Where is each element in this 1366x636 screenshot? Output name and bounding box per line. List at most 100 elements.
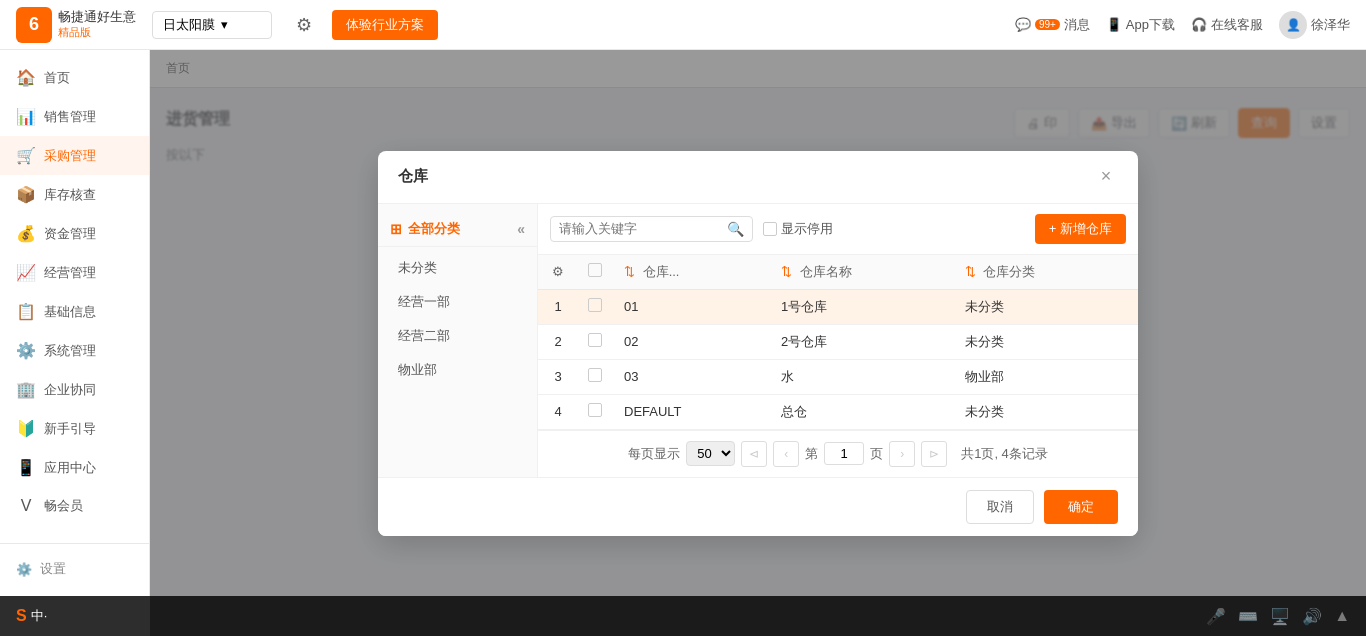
row-name-3: 水 (771, 359, 954, 394)
row-checkbox-4[interactable] (588, 403, 602, 417)
table-row[interactable]: 4 DEFAULT 总仓 未分类 (538, 394, 1138, 429)
row-category-3: 物业部 (955, 359, 1139, 394)
app-logo: 6 畅捷通好生意 精品版 (16, 7, 136, 43)
add-warehouse-button[interactable]: + 新增仓库 (1035, 214, 1126, 244)
page-label: 第 (805, 445, 818, 463)
sidebar-label-sales: 销售管理 (44, 108, 96, 126)
search-input-wrap[interactable]: 🔍 (550, 216, 753, 242)
row-category-1: 未分类 (955, 289, 1139, 324)
settings-bottom-icon: ⚙️ (16, 562, 32, 577)
show-disabled-toggle[interactable]: 显示停用 (763, 220, 833, 238)
topbar-right: 💬 99+ 消息 📱 App下载 🎧 在线客服 👤 徐泽华 (1015, 11, 1350, 39)
app-download-label: App下载 (1126, 16, 1175, 34)
total-info: 共1页, 4条记录 (961, 445, 1048, 463)
layout: 🏠 首页 📊 销售管理 🛒 采购管理 📦 库存核查 💰 资金管理 📈 经营管理 … (0, 50, 1366, 636)
table-body: 1 01 1号仓库 未分类 2 02 (538, 289, 1138, 429)
settings-icon[interactable]: ⚙ (296, 14, 312, 36)
category-item-ops1[interactable]: 经营一部 (378, 285, 537, 319)
row-check-3[interactable] (578, 359, 614, 394)
search-icon: 🔍 (727, 221, 744, 237)
row-num-2: 2 (538, 324, 578, 359)
enterprise-icon: 🏢 (16, 380, 36, 399)
sort-icon-code: ⇅ (624, 264, 635, 279)
sidebar-item-operations[interactable]: 📈 经营管理 (0, 253, 149, 292)
row-checkbox-1[interactable] (588, 298, 602, 312)
show-disabled-checkbox[interactable] (763, 222, 777, 236)
sidebar-item-basic-info[interactable]: 📋 基础信息 (0, 292, 149, 331)
sort-icon-category: ⇅ (965, 264, 976, 279)
modal-header: 仓库 × (378, 151, 1138, 204)
sidebar-item-apps[interactable]: 📱 应用中心 (0, 448, 149, 487)
sidebar-item-sales[interactable]: 📊 销售管理 (0, 97, 149, 136)
page-input[interactable] (824, 442, 864, 465)
warehouse-table: ⚙ ⇅ 仓库... (538, 255, 1138, 430)
table-row[interactable]: 2 02 2号仓库 未分类 (538, 324, 1138, 359)
notification-badge: 99+ (1035, 19, 1060, 30)
modal-footer: 取消 确定 (378, 477, 1138, 536)
show-disabled-label: 显示停用 (781, 220, 833, 238)
category-item-ops2[interactable]: 经营二部 (378, 319, 537, 353)
category-item-property[interactable]: 物业部 (378, 353, 537, 387)
sidebar-item-member[interactable]: V 畅会员 (0, 487, 149, 525)
taskbar-logo: S 中· (16, 607, 47, 625)
store-selector[interactable]: 日太阳膜 ▾ (152, 11, 272, 39)
sidebar-item-purchase[interactable]: 🛒 采购管理 (0, 136, 149, 175)
customer-service-item[interactable]: 🎧 在线客服 (1191, 16, 1263, 34)
sidebar-settings[interactable]: ⚙️ 设置 (0, 552, 149, 586)
sidebar-label-operations: 经营管理 (44, 264, 96, 282)
row-num-1: 1 (538, 289, 578, 324)
trial-button[interactable]: 体验行业方案 (332, 10, 438, 40)
row-check-4[interactable] (578, 394, 614, 429)
row-category-2: 未分类 (955, 324, 1139, 359)
sidebar-label-basic-info: 基础信息 (44, 303, 96, 321)
row-checkbox-2[interactable] (588, 333, 602, 347)
sidebar-label-enterprise: 企业协同 (44, 381, 96, 399)
modal-close-button[interactable]: × (1094, 165, 1118, 189)
category-label-ops1: 经营一部 (398, 294, 450, 309)
sidebar: 🏠 首页 📊 销售管理 🛒 采购管理 📦 库存核查 💰 资金管理 📈 经营管理 … (0, 50, 150, 636)
table-row[interactable]: 3 03 水 物业部 (538, 359, 1138, 394)
user-item[interactable]: 👤 徐泽华 (1279, 11, 1350, 39)
grid-icon: ⊞ (390, 221, 402, 237)
select-all-checkbox[interactable] (588, 263, 602, 277)
page-next-btn[interactable]: › (889, 441, 915, 467)
notifications-item[interactable]: 💬 99+ 消息 (1015, 16, 1090, 34)
row-check-1[interactable] (578, 289, 614, 324)
sidebar-label-inventory: 库存核查 (44, 186, 96, 204)
page-last-btn[interactable]: ⊳ (921, 441, 947, 467)
pagination: 每页显示 50 ⊲ ‹ 第 页 › ⊳ 共1页, 4条记录 (538, 430, 1138, 477)
th-checkbox (578, 255, 614, 290)
confirm-button[interactable]: 确定 (1044, 490, 1118, 524)
th-name: ⇅ 仓库名称 (771, 255, 954, 290)
app-download-item[interactable]: 📱 App下载 (1106, 16, 1175, 34)
member-icon: V (16, 497, 36, 515)
sidebar-item-finance[interactable]: 💰 资金管理 (0, 214, 149, 253)
row-check-2[interactable] (578, 324, 614, 359)
sidebar-item-system[interactable]: ⚙️ 系统管理 (0, 331, 149, 370)
sidebar-label-apps: 应用中心 (44, 459, 96, 477)
th-category: ⇅ 仓库分类 (955, 255, 1139, 290)
row-code-3: 03 (614, 359, 771, 394)
row-code-2: 02 (614, 324, 771, 359)
sidebar-item-home[interactable]: 🏠 首页 (0, 58, 149, 97)
sidebar-item-inventory[interactable]: 📦 库存核查 (0, 175, 149, 214)
th-category-label: 仓库分类 (983, 264, 1035, 279)
apps-icon: 📱 (16, 458, 36, 477)
sidebar-item-guide[interactable]: 🔰 新手引导 (0, 409, 149, 448)
category-item-uncategorized[interactable]: 未分类 (378, 251, 537, 285)
cancel-button[interactable]: 取消 (966, 490, 1034, 524)
th-name-label: 仓库名称 (800, 264, 852, 279)
sales-icon: 📊 (16, 107, 36, 126)
finance-icon: 💰 (16, 224, 36, 243)
all-categories-header[interactable]: ⊞ 全部分类 « (378, 212, 537, 247)
collapse-icon[interactable]: « (517, 221, 525, 237)
page-first-btn[interactable]: ⊲ (741, 441, 767, 467)
page-prev-btn[interactable]: ‹ (773, 441, 799, 467)
search-input[interactable] (559, 221, 727, 236)
bell-icon: 💬 (1015, 17, 1031, 32)
per-page-select[interactable]: 50 (686, 441, 735, 466)
purchase-icon: 🛒 (16, 146, 36, 165)
row-checkbox-3[interactable] (588, 368, 602, 382)
sidebar-item-enterprise[interactable]: 🏢 企业协同 (0, 370, 149, 409)
table-row[interactable]: 1 01 1号仓库 未分类 (538, 289, 1138, 324)
